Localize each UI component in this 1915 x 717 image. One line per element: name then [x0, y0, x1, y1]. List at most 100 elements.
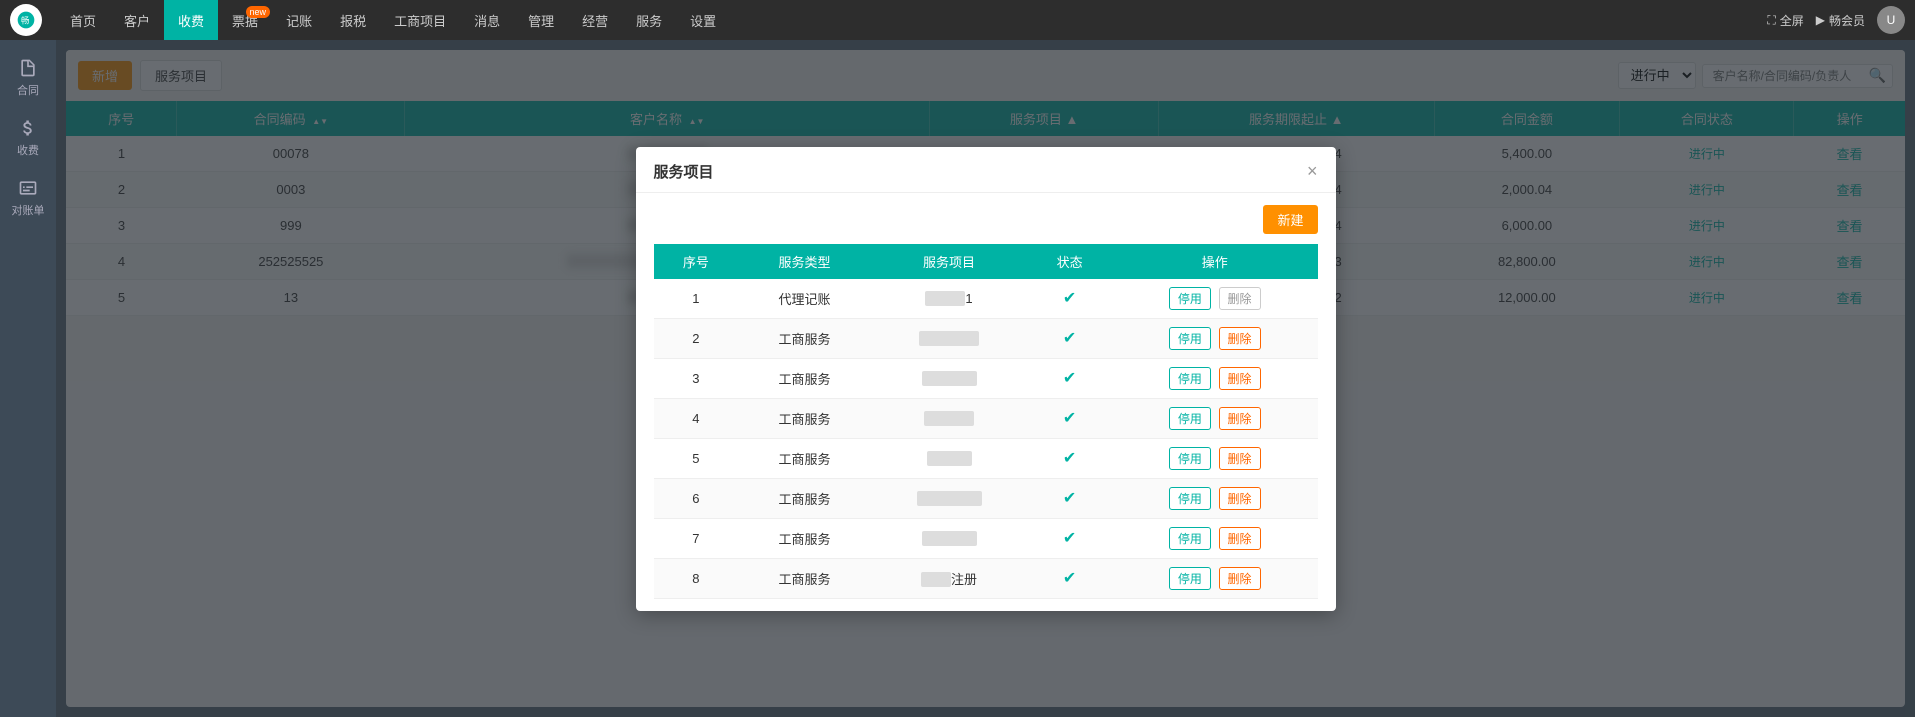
- status-check-icon: ✔: [1063, 570, 1076, 587]
- nav-customer[interactable]: 客户: [110, 0, 164, 40]
- nav-items: 首页 客户 收费 票据 new 记账 报税 工商项目 消息 管理 经营 服务 设…: [56, 0, 1767, 40]
- logo[interactable]: 畅: [10, 4, 42, 36]
- status-check-icon: ✔: [1063, 530, 1076, 547]
- modal-cell-project: [871, 478, 1027, 518]
- top-nav: 畅 首页 客户 收费 票据 new 记账 报税 工商项目 消息 管理 经营 服务…: [0, 0, 1915, 40]
- delete-button[interactable]: 删除: [1219, 287, 1261, 310]
- sidebar: 合同 收费 对账单: [0, 40, 56, 717]
- modal-cell-action: 停用 删除: [1112, 279, 1318, 319]
- nav-service[interactable]: 服务: [622, 0, 676, 40]
- modal-cell-project: 注册: [871, 558, 1027, 598]
- modal-cell-action: 停用 删除: [1112, 518, 1318, 558]
- service-project-modal: 服务项目 × 新建 序号 服务类型 服务项目: [636, 147, 1336, 611]
- modal-table-row: 5 工商服务 ✔ 停用 删除: [654, 438, 1318, 478]
- status-check-icon: ✔: [1063, 370, 1076, 387]
- modal-cell-type: 工商服务: [738, 438, 871, 478]
- modal-col-project: 服务项目: [871, 244, 1027, 279]
- modal-col-type: 服务类型: [738, 244, 871, 279]
- modal-col-action: 操作: [1112, 244, 1318, 279]
- modal-table-row: 3 工商服务 ✔ 停用 删除: [654, 358, 1318, 398]
- modal-close-button[interactable]: ×: [1307, 161, 1318, 182]
- modal-cell-project: 1: [871, 279, 1027, 319]
- nav-tax[interactable]: 报税: [326, 0, 380, 40]
- avatar[interactable]: U: [1877, 6, 1905, 34]
- modal-new-button[interactable]: 新建: [1263, 205, 1317, 234]
- status-check-icon: ✔: [1063, 450, 1076, 467]
- modal-col-status: 状态: [1027, 244, 1112, 279]
- nav-manage[interactable]: 管理: [514, 0, 568, 40]
- nav-bill[interactable]: 票据 new: [218, 0, 272, 40]
- modal-cell-project: [871, 518, 1027, 558]
- delete-button[interactable]: 删除: [1219, 367, 1261, 390]
- fullscreen-icon: ⛶: [1767, 13, 1775, 28]
- svg-text:畅: 畅: [21, 15, 29, 25]
- modal-table-row: 4 工商服务 ✔ 停用 删除: [654, 398, 1318, 438]
- delete-button[interactable]: 删除: [1219, 447, 1261, 470]
- modal-cell-status: ✔: [1027, 279, 1112, 319]
- modal-cell-action: 停用 删除: [1112, 558, 1318, 598]
- sidebar-label-statement: 对账单: [12, 202, 45, 218]
- modal-table-row: 7 工商服务 ✔ 停用 删除: [654, 518, 1318, 558]
- delete-button[interactable]: 删除: [1219, 487, 1261, 510]
- modal-cell-index: 3: [654, 358, 739, 398]
- modal-col-index: 序号: [654, 244, 739, 279]
- nav-home[interactable]: 首页: [56, 0, 110, 40]
- stop-button[interactable]: 停用: [1169, 327, 1211, 350]
- modal-cell-index: 4: [654, 398, 739, 438]
- status-check-icon: ✔: [1063, 290, 1076, 307]
- modal-cell-type: 工商服务: [738, 318, 871, 358]
- modal-cell-index: 8: [654, 558, 739, 598]
- nav-operation[interactable]: 经营: [568, 0, 622, 40]
- modal-cell-type: 工商服务: [738, 398, 871, 438]
- nav-message[interactable]: 消息: [460, 0, 514, 40]
- modal-cell-project: [871, 358, 1027, 398]
- modal-cell-type: 代理记账: [738, 279, 871, 319]
- modal-cell-action: 停用 删除: [1112, 478, 1318, 518]
- modal-table-row: 2 工商服务 ✔ 停用 删除: [654, 318, 1318, 358]
- modal-cell-index: 2: [654, 318, 739, 358]
- modal-table-row: 8 工商服务 注册 ✔ 停用 删除: [654, 558, 1318, 598]
- member-button[interactable]: ▶ 畅会员: [1816, 12, 1865, 29]
- sidebar-item-statement[interactable]: 对账单: [2, 170, 54, 226]
- stop-button[interactable]: 停用: [1169, 407, 1211, 430]
- nav-industrial[interactable]: 工商项目: [380, 0, 460, 40]
- modal-cell-action: 停用 删除: [1112, 438, 1318, 478]
- stop-button[interactable]: 停用: [1169, 487, 1211, 510]
- sidebar-item-contract[interactable]: 合同: [2, 50, 54, 106]
- modal-table-wrap: 序号 服务类型 服务项目 状态 操作 1 代理记账 1 ✔ 停用 删除: [654, 244, 1318, 599]
- modal-table-row: 1 代理记账 1 ✔ 停用 删除: [654, 279, 1318, 319]
- modal-body: 新建 序号 服务类型 服务项目 状态 操作: [636, 193, 1336, 611]
- delete-button[interactable]: 删除: [1219, 327, 1261, 350]
- nav-settings[interactable]: 设置: [676, 0, 730, 40]
- modal-cell-project: [871, 398, 1027, 438]
- sidebar-label-fee: 收费: [17, 142, 39, 158]
- modal-cell-status: ✔: [1027, 398, 1112, 438]
- stop-button[interactable]: 停用: [1169, 287, 1211, 310]
- modal-title: 服务项目: [654, 161, 714, 182]
- nav-bookkeeping[interactable]: 记账: [272, 0, 326, 40]
- layout: 合同 收费 对账单 新增 服务项目 进行中 全部 已结束: [0, 40, 1915, 717]
- modal-cell-status: ✔: [1027, 318, 1112, 358]
- member-icon: ▶: [1816, 13, 1825, 27]
- fullscreen-button[interactable]: ⛶ 全屏: [1767, 12, 1803, 29]
- modal-cell-status: ✔: [1027, 358, 1112, 398]
- status-check-icon: ✔: [1063, 490, 1076, 507]
- modal-cell-action: 停用 删除: [1112, 358, 1318, 398]
- modal-cell-status: ✔: [1027, 478, 1112, 518]
- new-badge: new: [246, 6, 271, 18]
- stop-button[interactable]: 停用: [1169, 527, 1211, 550]
- nav-fee[interactable]: 收费: [164, 0, 218, 40]
- stop-button[interactable]: 停用: [1169, 367, 1211, 390]
- stop-button[interactable]: 停用: [1169, 567, 1211, 590]
- delete-button[interactable]: 删除: [1219, 567, 1261, 590]
- delete-button[interactable]: 删除: [1219, 407, 1261, 430]
- modal-cell-action: 停用 删除: [1112, 398, 1318, 438]
- nav-right: ⛶ 全屏 ▶ 畅会员 U: [1767, 6, 1905, 34]
- stop-button[interactable]: 停用: [1169, 447, 1211, 470]
- sidebar-item-fee[interactable]: 收费: [2, 110, 54, 166]
- modal-table-row: 6 工商服务 ✔ 停用 删除: [654, 478, 1318, 518]
- modal-cell-project: [871, 438, 1027, 478]
- modal-cell-index: 6: [654, 478, 739, 518]
- delete-button[interactable]: 删除: [1219, 527, 1261, 550]
- modal-table: 序号 服务类型 服务项目 状态 操作 1 代理记账 1 ✔ 停用 删除: [654, 244, 1318, 599]
